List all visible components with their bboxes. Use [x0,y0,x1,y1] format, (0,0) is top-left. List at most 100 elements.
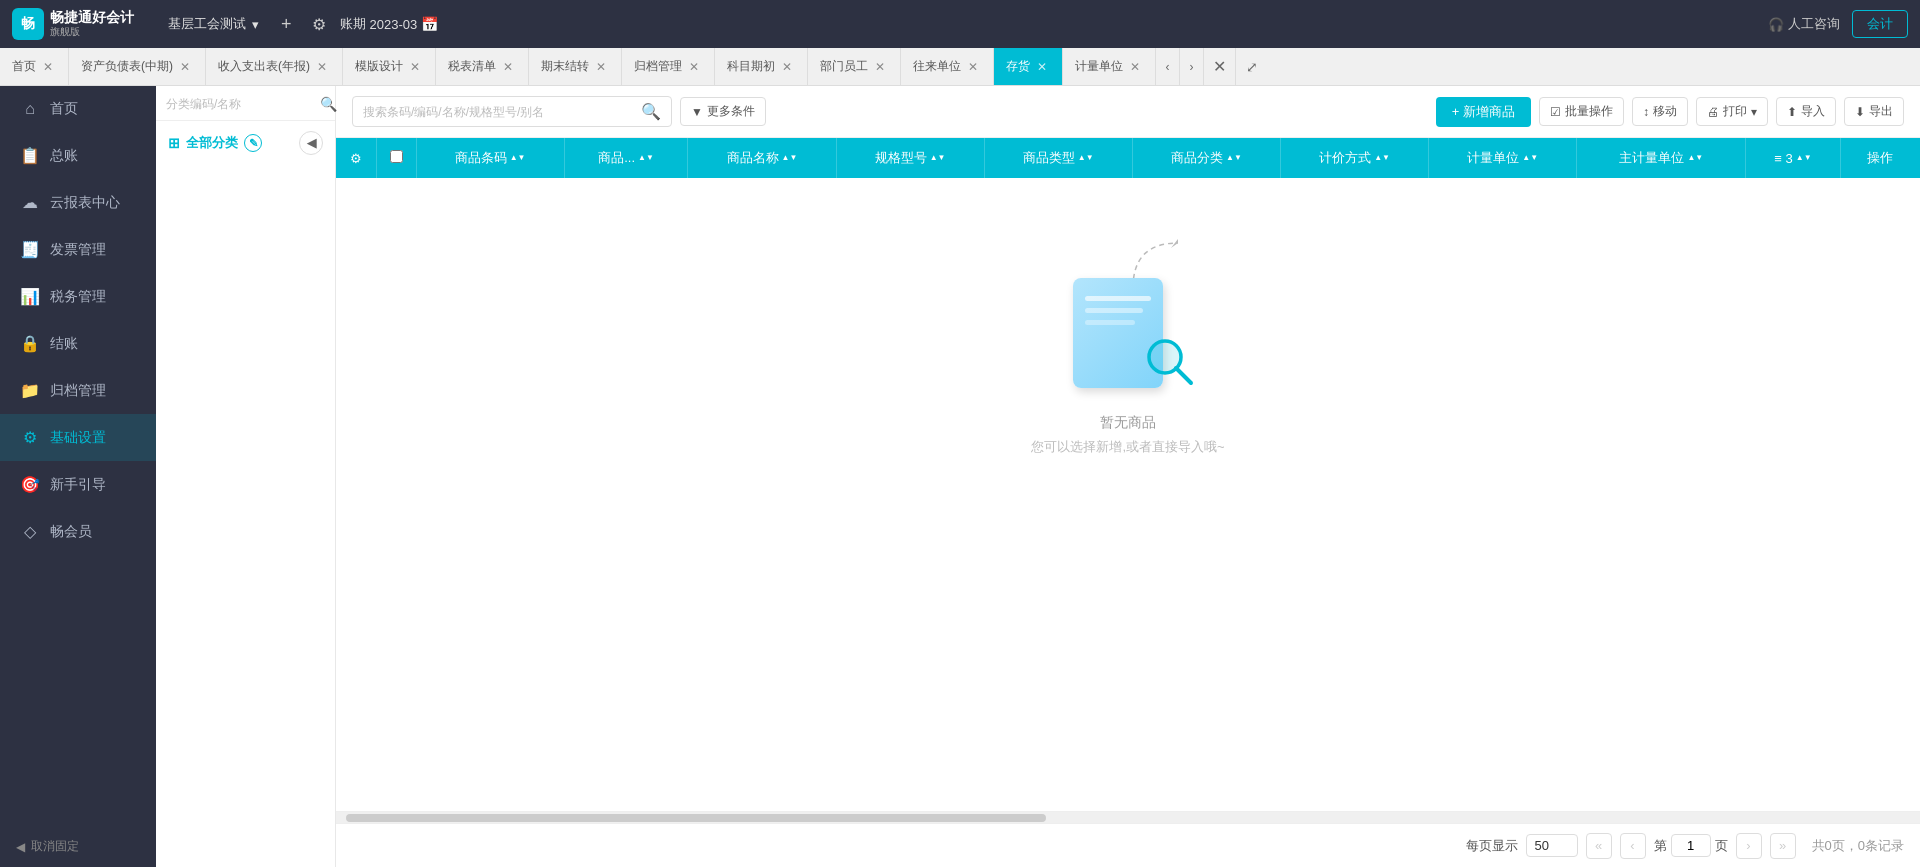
sidebar-item-archivemgr[interactable]: 📁 归档管理 [0,367,156,414]
tab-employees-close[interactable]: ✕ [872,59,888,75]
tab-periodend-close[interactable]: ✕ [593,59,609,75]
cancel-fixed-icon: ◀ [16,840,25,854]
tab-subject-close[interactable]: ✕ [779,59,795,75]
th-unit[interactable]: 计量单位 ▲▼ [1429,138,1577,178]
tab-partners[interactable]: 往来单位 ✕ [901,48,994,85]
period-info: 账期 2023-03 📅 [340,15,439,33]
top-header: 畅 畅捷通好会计 旗舰版 基层工会测试 ▾ + ⚙ 账期 2023-03 📅 🎧… [0,0,1920,48]
sidebar-item-guide[interactable]: 🎯 新手引导 [0,461,156,508]
tab-home-close[interactable]: ✕ [40,59,56,75]
tab-template[interactable]: 模版设计 ✕ [343,48,436,85]
sidebar-item-basic[interactable]: ⚙ 基础设置 [0,414,156,461]
logo-text-group: 畅捷通好会计 旗舰版 [50,9,134,40]
sidebar-item-vip[interactable]: ◇ 畅会员 [0,508,156,555]
tax-icon: 📊 [20,287,40,306]
left-panel: 🔍 ⊞ 全部分类 ✎ ◀ [156,86,336,867]
th-checkbox[interactable] [376,138,416,178]
tab-subject-label: 科目期初 [727,58,775,75]
cancel-fixed-btn[interactable]: ◀ 取消固定 [0,826,156,867]
tab-periodend[interactable]: 期末结转 ✕ [529,48,622,85]
th-main-unit[interactable]: 主计量单位 ▲▼ [1577,138,1746,178]
th-type[interactable]: 商品类型 ▲▼ [984,138,1132,178]
sidebar-item-closing[interactable]: 🔒 结账 [0,320,156,367]
tab-template-close[interactable]: ✕ [407,59,423,75]
tab-archive-label: 归档管理 [634,58,682,75]
horizontal-scrollbar[interactable] [336,811,1920,823]
th-category[interactable]: 商品分类 ▲▼ [1132,138,1280,178]
tab-balance[interactable]: 资产负债表(中期) ✕ [69,48,206,85]
filter-button[interactable]: ▼ 更多条件 [680,97,766,126]
th-code[interactable]: 商品... ▲▼ [564,138,688,178]
th-actions: 操作 [1840,138,1920,178]
search-bar: 🔍 [352,96,672,127]
search-icon[interactable]: 🔍 [641,102,661,121]
sidebar-item-home[interactable]: ⌂ 首页 [0,86,156,132]
customer-service-btn[interactable]: 🎧 人工咨询 [1768,15,1840,33]
sidebar-item-invoice[interactable]: 🧾 发票管理 [0,226,156,273]
category-search-input[interactable] [166,97,316,111]
tab-unit-close[interactable]: ✕ [1127,59,1143,75]
settings-button[interactable]: ⚙ [306,11,332,38]
filter-label: 更多条件 [707,103,755,120]
tab-nav-prev[interactable]: ‹ [1156,48,1180,85]
sort-arrows-code: ▲▼ [638,156,654,161]
prev-page-btn[interactable]: ‹ [1620,833,1646,859]
logo-area: 畅 畅捷通好会计 旗舰版 [12,8,152,40]
tab-close-all[interactable]: ✕ [1204,48,1236,85]
th-settings[interactable]: ⚙ [336,138,376,178]
scroll-thumb[interactable] [346,814,1046,822]
tab-taxclear-close[interactable]: ✕ [500,59,516,75]
svg-line-2 [1176,368,1191,383]
tab-balance-close[interactable]: ✕ [177,59,193,75]
add-product-button[interactable]: + 新增商品 [1436,97,1531,127]
sort-arrows-category: ▲▼ [1226,156,1242,161]
page-number-input[interactable] [1671,834,1711,857]
th-col3[interactable]: ≡ 3 ▲▼ [1746,138,1840,178]
print-btn[interactable]: 🖨 打印 ▾ [1696,97,1768,126]
export-btn[interactable]: ⬇ 导出 [1844,97,1904,126]
th-name[interactable]: 商品名称 ▲▼ [688,138,836,178]
category-all-item[interactable]: ⊞ 全部分类 ✎ ◀ [156,121,335,165]
next-page-btn[interactable]: › [1736,833,1762,859]
tab-partners-close[interactable]: ✕ [965,59,981,75]
tab-income[interactable]: 收入支出表(年报) ✕ [206,48,343,85]
tab-taxclear[interactable]: 税表清单 ✕ [436,48,529,85]
tab-subject[interactable]: 科目期初 ✕ [715,48,808,85]
sidebar-item-ledger[interactable]: 📋 总账 [0,132,156,179]
tab-unit[interactable]: 计量单位 ✕ [1063,48,1156,85]
calendar-icon[interactable]: 📅 [421,16,438,32]
sidebar-label-vip: 畅会员 [50,523,92,541]
batch-btn[interactable]: ☑ 批量操作 [1539,97,1624,126]
category-search-icon[interactable]: 🔍 [320,96,337,112]
add-tab-button[interactable]: + [275,10,298,39]
first-page-btn[interactable]: « [1586,833,1612,859]
last-page-btn[interactable]: » [1770,833,1796,859]
th-spec[interactable]: 规格型号 ▲▼ [836,138,984,178]
tab-maximize[interactable]: ⤢ [1236,48,1268,85]
import-btn[interactable]: ⬆ 导入 [1776,97,1836,126]
right-panel: 🔍 ▼ 更多条件 + 新增商品 ☑ 批量操作 ↕ 移动 [336,86,1920,867]
th-barcode[interactable]: 商品条码 ▲▼ [416,138,564,178]
move-btn[interactable]: ↕ 移动 [1632,97,1688,126]
tab-income-close[interactable]: ✕ [314,59,330,75]
category-edit-badge[interactable]: ✎ [244,134,262,152]
select-all-checkbox[interactable] [390,150,403,163]
page-size-select[interactable]: 20 50 100 [1526,834,1578,857]
tab-archive-close[interactable]: ✕ [686,59,702,75]
guide-icon: 🎯 [20,475,40,494]
th-price-method[interactable]: 计价方式 ▲▼ [1280,138,1428,178]
company-selector[interactable]: 基层工会测试 ▾ [160,11,267,37]
search-input[interactable] [363,105,637,119]
tab-home[interactable]: 首页 ✕ [0,48,69,85]
sidebar-item-tax[interactable]: 📊 税务管理 [0,273,156,320]
headset-icon: 🎧 [1768,17,1784,32]
tab-nav-next[interactable]: › [1180,48,1204,85]
tab-archive[interactable]: 归档管理 ✕ [622,48,715,85]
tab-inventory-close[interactable]: ✕ [1034,59,1050,75]
sidebar-item-reports[interactable]: ☁ 云报表中心 [0,179,156,226]
collapse-panel-btn[interactable]: ◀ [299,131,323,155]
tab-inventory[interactable]: 存货 ✕ [994,48,1063,85]
tab-employees[interactable]: 部门员工 ✕ [808,48,901,85]
empty-state: 暂无商品 您可以选择新增,或者直接导入哦~ [336,178,1920,516]
account-button[interactable]: 会计 [1852,10,1908,38]
